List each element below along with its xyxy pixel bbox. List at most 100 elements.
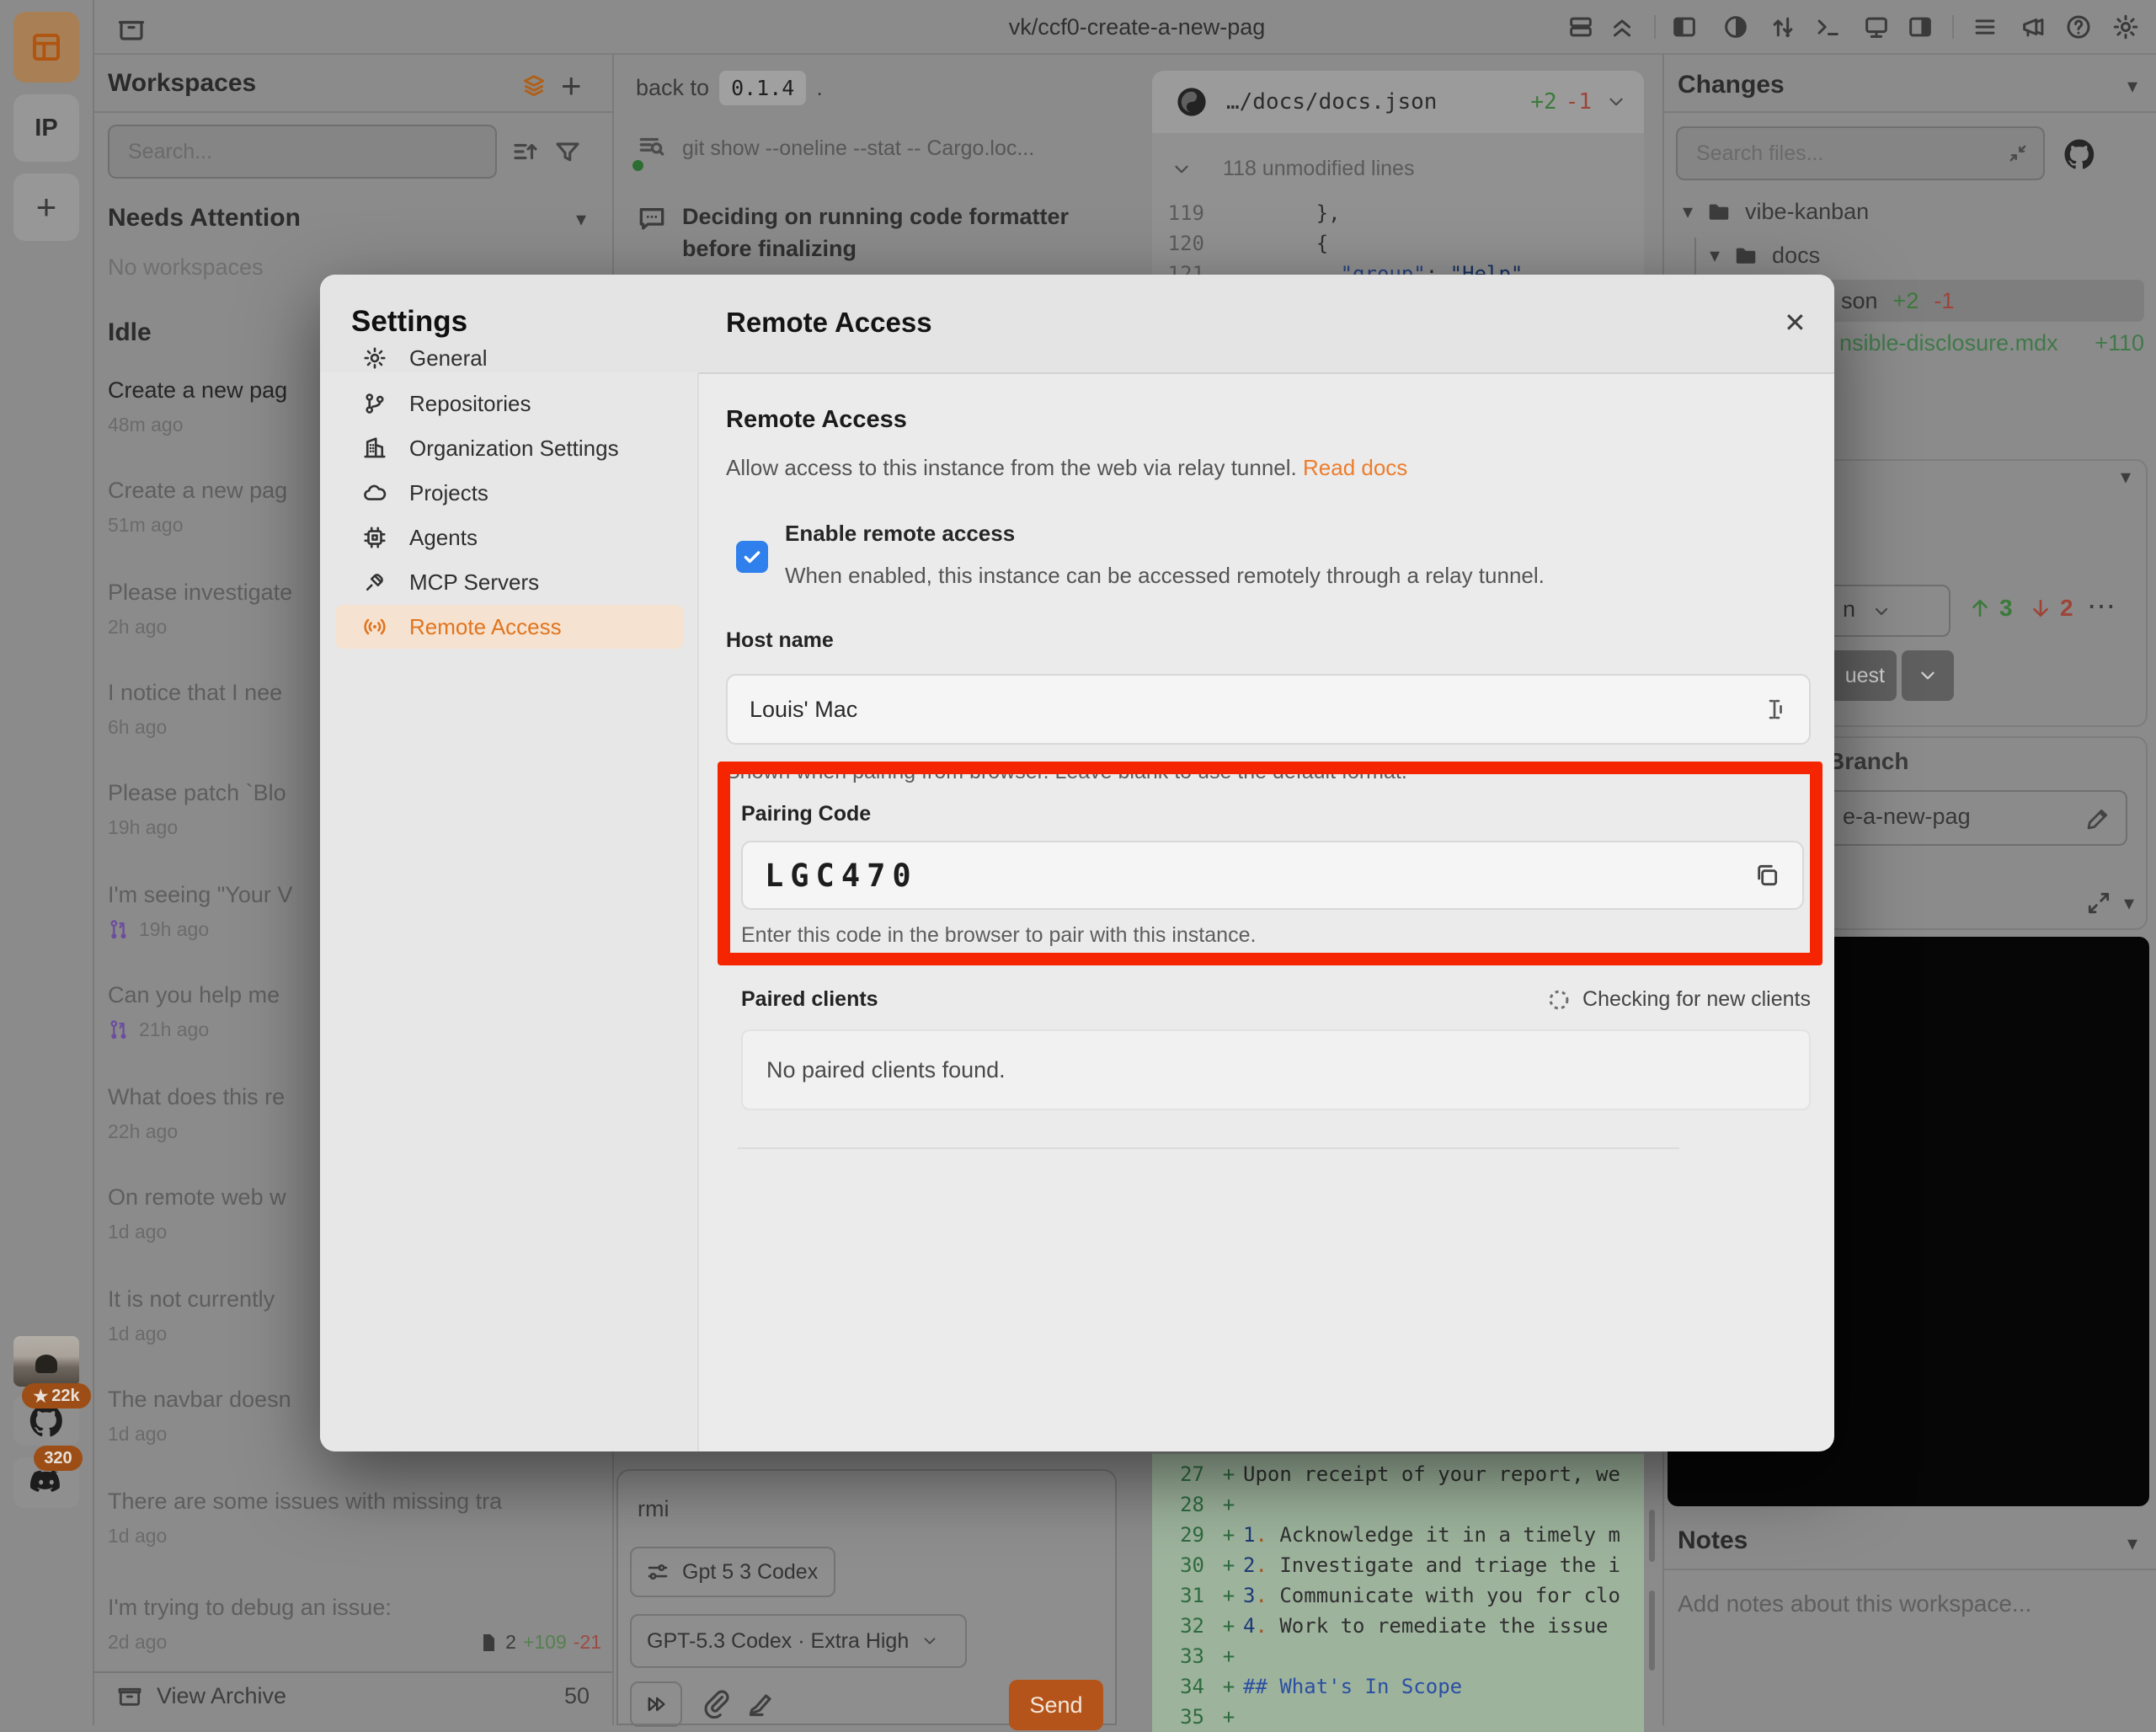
close-icon[interactable]: ✕: [1784, 307, 1806, 339]
nav-item-remote-access[interactable]: Remote Access: [335, 605, 684, 649]
model-select[interactable]: GPT-5.3 Codex · Extra High: [630, 1614, 967, 1668]
workspace-search-input[interactable]: Search...: [108, 125, 497, 179]
diff-added-line: 34+## What's In Scope: [1152, 1671, 1644, 1702]
git-compare-icon[interactable]: [1769, 13, 1797, 41]
discord-icon: [28, 1468, 65, 1497]
agent-status-line2: before finalizing: [682, 236, 857, 262]
unmodified-toggle[interactable]: 118 unmodified lines: [1171, 157, 1414, 181]
highlighter-icon[interactable]: [744, 1688, 775, 1719]
pr-dropdown-button[interactable]: [1902, 650, 1954, 701]
send-button[interactable]: Send: [1009, 1680, 1103, 1730]
stack-icon[interactable]: [520, 71, 547, 98]
file-icon: [478, 1633, 499, 1653]
needs-attention-header[interactable]: Needs Attention: [108, 204, 301, 233]
composer-draft-text[interactable]: rmi: [638, 1496, 669, 1522]
fast-forward-button[interactable]: [630, 1681, 682, 1727]
help-icon[interactable]: [2064, 13, 2093, 41]
workspace-item-meta: 2d ago2+109-21: [108, 1631, 601, 1654]
idle-header[interactable]: Idle: [108, 318, 152, 347]
terminal-icon[interactable]: [1813, 13, 1842, 41]
chevron-down-icon[interactable]: ▾: [576, 207, 586, 232]
panel-divider: [1662, 111, 2156, 113]
scrollbar-thumb[interactable]: [1649, 1510, 1655, 1562]
nav-item-repositories[interactable]: Repositories: [335, 382, 684, 425]
rows-icon[interactable]: [1566, 13, 1595, 41]
new-workspace-button[interactable]: +: [561, 66, 582, 106]
notes-header[interactable]: Notes: [1678, 1526, 1748, 1555]
github-icon: [2062, 136, 2097, 172]
nav-item-general[interactable]: General: [335, 336, 684, 380]
remote-access-heading: Remote Access: [726, 406, 907, 434]
file-search-input[interactable]: Search files...: [1676, 126, 2045, 180]
user-photo[interactable]: [13, 1336, 79, 1387]
add-workspace-button[interactable]: +: [13, 174, 79, 241]
caret-icon[interactable]: ▾: [1710, 243, 1720, 268]
attach-icon[interactable]: [701, 1688, 731, 1719]
filter-icon[interactable]: [552, 136, 583, 167]
agent-chip[interactable]: Gpt 5 3 Codex: [630, 1547, 835, 1597]
remote-access-desc: Allow access to this instance from the w…: [726, 455, 1407, 481]
enable-remote-desc: When enabled, this instance can be acces…: [785, 563, 1545, 589]
arrow-down-icon: [2028, 596, 2053, 621]
github-stars-badge: ★ 22k: [22, 1383, 91, 1409]
task-back-line: back to 0.1.4 .: [636, 71, 823, 105]
commits-behind: 2: [2028, 595, 2073, 622]
changes-header[interactable]: Changes: [1678, 71, 1785, 99]
more-actions-button[interactable]: ⋯: [2087, 590, 2116, 623]
notes-placeholder[interactable]: Add notes about this workspace...: [1678, 1590, 2031, 1617]
nav-item-mcp-servers[interactable]: MCP Servers: [335, 560, 684, 604]
sort-icon[interactable]: [510, 136, 541, 167]
read-docs-link[interactable]: Read docs: [1303, 455, 1407, 480]
caret-icon[interactable]: ▾: [1683, 200, 1693, 224]
enable-remote-checkbox[interactable]: [736, 541, 768, 573]
view-archive-button[interactable]: View Archive: [157, 1683, 286, 1709]
settings-gear-icon[interactable]: [2111, 13, 2140, 41]
cloud-icon: [362, 480, 387, 505]
chevron-down-icon[interactable]: ▾: [2127, 1532, 2137, 1556]
collapse-icon[interactable]: [2006, 142, 2030, 165]
github-pr-button[interactable]: [2057, 131, 2102, 177]
archive-box-icon[interactable]: [116, 13, 147, 44]
archive-icon: [116, 1683, 143, 1710]
settings-title: Settings: [351, 305, 467, 339]
workspace-item-title: There are some issues with missing tra: [108, 1489, 601, 1515]
panel-right-icon[interactable]: [1906, 13, 1935, 41]
edit-pencil-icon[interactable]: [2085, 805, 2112, 831]
diff-file-header[interactable]: …/docs/docs.json +2 -1: [1152, 71, 1644, 133]
tree-row-docs[interactable]: ▾ docs: [1710, 243, 1820, 269]
tree-row-root[interactable]: ▾ vibe-kanban: [1683, 199, 1869, 225]
diff-added-line: 27+Upon receipt of your report, we: [1152, 1459, 1644, 1489]
panel-left-icon[interactable]: [1670, 13, 1699, 41]
chevron-down-icon[interactable]: ▾: [2121, 465, 2131, 489]
remote-access-icon: [362, 614, 387, 639]
diff-context-line: 119 },: [1152, 198, 1644, 228]
diff-deletions: -1: [1566, 89, 1592, 115]
check-icon: [741, 546, 763, 568]
expand-icon[interactable]: [2085, 890, 2112, 917]
arrow-up-icon: [1967, 596, 1993, 621]
profile-avatar[interactable]: IP: [13, 94, 79, 162]
enable-remote-label[interactable]: Enable remote access: [785, 521, 1015, 547]
pull-request-icon: [108, 1018, 131, 1041]
monitor-icon[interactable]: [1862, 13, 1891, 41]
theme-contrast-icon[interactable]: [1721, 13, 1750, 41]
diff-added-line: 32+4. Work to remediate the issue: [1152, 1611, 1644, 1641]
collapse-all-icon[interactable]: [1608, 13, 1636, 41]
diff-added-line: 29+1. Acknowledge it in a timely m: [1152, 1520, 1644, 1550]
diff-added-line: 31+3. Communicate with you for clo: [1152, 1580, 1644, 1611]
host-name-input[interactable]: Louis' Mac: [726, 674, 1811, 745]
nav-item-organization[interactable]: Organization Settings: [335, 426, 684, 470]
workspace-item[interactable]: I'm trying to debug an issue:2d ago2+109…: [108, 1595, 601, 1682]
scrollbar-thumb[interactable]: [1649, 1590, 1655, 1671]
megaphone-icon[interactable]: [2020, 13, 2048, 41]
diff-added-line: 28+: [1152, 1489, 1644, 1520]
tree-row-added-file[interactable]: nsible-disclosure.mdx +110: [1839, 330, 2144, 356]
search-placeholder: Search...: [128, 140, 212, 164]
chevron-down-icon[interactable]: ▾: [2124, 891, 2134, 916]
workspace-view-button[interactable]: [13, 12, 79, 83]
nav-item-projects[interactable]: Projects: [335, 471, 684, 515]
chevron-down-icon[interactable]: ▾: [2127, 74, 2137, 99]
workspace-item[interactable]: There are some issues with missing tra1d…: [108, 1489, 601, 1576]
nav-item-agents[interactable]: Agents: [335, 516, 684, 559]
menu-icon[interactable]: [1971, 13, 1999, 41]
